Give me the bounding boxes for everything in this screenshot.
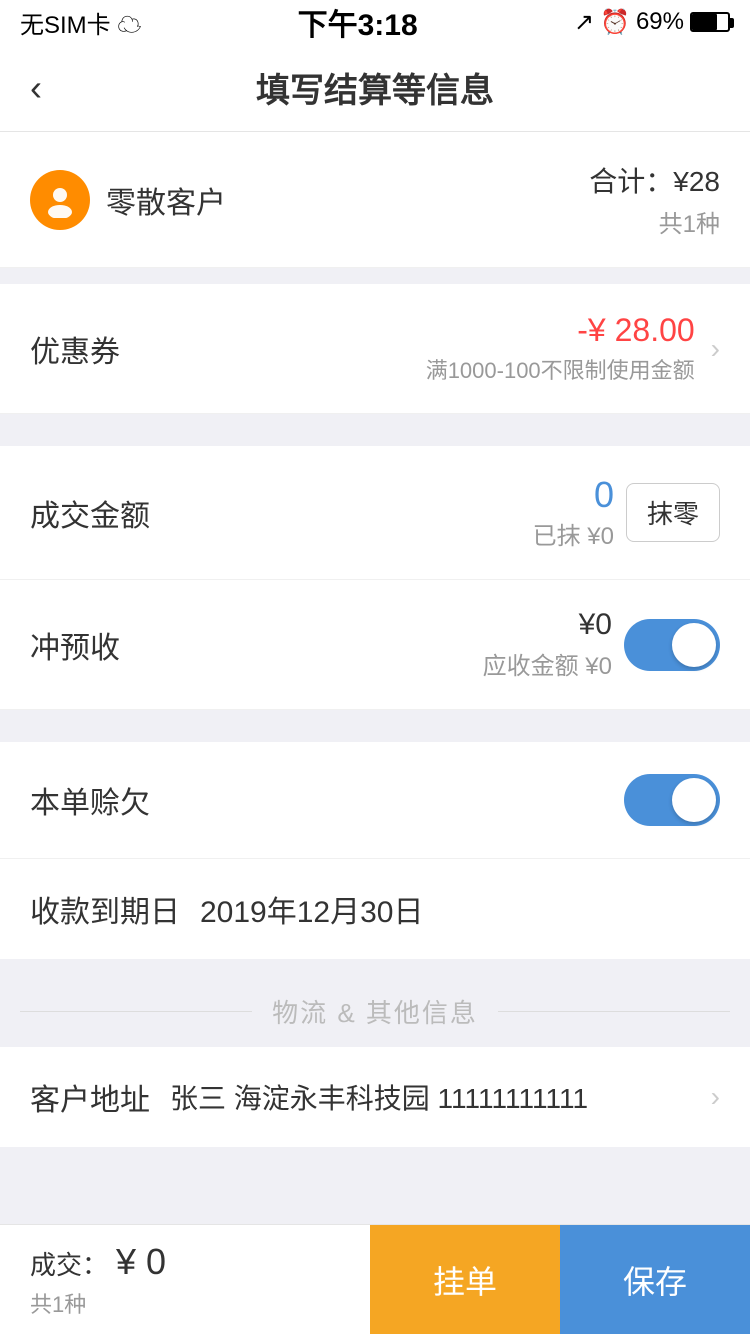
pre-receive-toggle[interactable] <box>624 619 720 671</box>
transaction-label: 成交金额 <box>30 491 150 535</box>
pre-receive-amount: ¥0 <box>483 608 612 642</box>
nav-bar: ‹ 填写结算等信息 <box>0 44 750 132</box>
page-title: 填写结算等信息 <box>256 63 494 112</box>
transaction-value-block: 0 已抹 ¥0 <box>533 474 614 551</box>
battery-percent: 69% <box>636 8 684 36</box>
bottom-bar: 成交： ¥ 0 共1种 挂单 保存 <box>0 1224 750 1334</box>
toggle-knob <box>672 623 716 667</box>
debt-toggle-knob <box>672 778 716 822</box>
address-label: 客户地址 <box>30 1075 150 1119</box>
status-right: ↗ ⏰ 69% <box>574 8 730 37</box>
transaction-right: 0 已抹 ¥0 抹零 <box>533 474 720 551</box>
coupon-section: 优惠券 -¥ 28.00 满1000-100不限制使用金额 › <box>0 284 750 414</box>
separator-1 <box>0 430 750 446</box>
person-icon <box>42 182 78 218</box>
transaction-row: 成交金额 0 已抹 ¥0 抹零 <box>0 446 750 580</box>
alarm-icon: ⏰ <box>600 8 630 37</box>
debt-toggle[interactable] <box>624 774 720 826</box>
pre-receive-value: ¥0 应收金额 ¥0 <box>483 608 612 681</box>
status-left: 无SIM卡 ☁ <box>20 5 141 40</box>
status-bar: 无SIM卡 ☁ 下午3:18 ↗ ⏰ 69% <box>0 0 750 44</box>
transaction-section: 成交金额 0 已抹 ¥0 抹零 冲预收 ¥0 应收金额 ¥0 <box>0 446 750 710</box>
address-value: 张三 海淀永丰科技园 11111111111 <box>170 1077 707 1117</box>
save-button[interactable]: 保存 <box>560 1225 750 1334</box>
bottom-transaction-row: 成交： ¥ 0 <box>30 1241 340 1283</box>
pre-receive-row: 冲预收 ¥0 应收金额 ¥0 <box>0 580 750 710</box>
bottom-count: 共1种 <box>30 1287 340 1319</box>
address-section: 客户地址 张三 海淀永丰科技园 11111111111 › <box>0 1047 750 1147</box>
total-count: 共1种 <box>589 204 720 239</box>
battery-icon <box>690 12 730 32</box>
logistics-divider: 物流 & 其他信息 <box>0 975 750 1047</box>
round-button[interactable]: 抹零 <box>626 483 720 542</box>
logistics-text: 物流 & 其他信息 <box>272 993 478 1030</box>
hold-button[interactable]: 挂单 <box>370 1225 560 1334</box>
bottom-transaction-amount: ¥ 0 <box>116 1241 166 1283</box>
logistics-line-left <box>20 1011 252 1012</box>
coupon-row[interactable]: 优惠券 -¥ 28.00 满1000-100不限制使用金额 › <box>0 284 750 414</box>
logistics-line-right <box>498 1011 730 1012</box>
coupon-label: 优惠券 <box>30 327 120 371</box>
coupon-desc: 满1000-100不限制使用金额 <box>426 353 695 385</box>
status-time: 下午3:18 <box>298 0 418 44</box>
customer-name: 零散客户 <box>106 178 226 222</box>
debt-row: 本单赊欠 <box>0 742 750 858</box>
transaction-amount[interactable]: 0 <box>533 474 614 516</box>
main-content: 零散客户 合计：¥28 共1种 优惠券 -¥ 28.00 满1000-100不限… <box>0 132 750 1283</box>
separator-2 <box>0 726 750 742</box>
back-button[interactable]: ‹ <box>30 67 42 109</box>
customer-total: 合计：¥28 共1种 <box>589 160 720 239</box>
due-date-row: 收款到期日 2019年12月30日 <box>0 858 750 959</box>
location-icon: ↗ <box>574 8 594 37</box>
address-row[interactable]: 客户地址 张三 海淀永丰科技园 11111111111 › <box>0 1047 750 1147</box>
customer-section: 零散客户 合计：¥28 共1种 <box>0 132 750 268</box>
customer-info: 零散客户 <box>30 170 226 230</box>
debt-section: 本单赊欠 收款到期日 2019年12月30日 <box>0 742 750 959</box>
sim-status: 无SIM卡 ☁ <box>20 5 141 40</box>
customer-row: 零散客户 合计：¥28 共1种 <box>0 132 750 268</box>
pre-receive-sub: 应收金额 ¥0 <box>483 646 612 681</box>
due-date-label: 收款到期日 <box>30 887 180 931</box>
coupon-right: -¥ 28.00 满1000-100不限制使用金额 › <box>426 312 720 385</box>
transaction-sub: 已抹 ¥0 <box>533 516 614 551</box>
total-amount: 合计：¥28 <box>589 160 720 200</box>
coupon-discount: -¥ 28.00 <box>426 312 695 349</box>
pre-receive-right: ¥0 应收金额 ¥0 <box>483 608 720 681</box>
bottom-summary: 成交： ¥ 0 共1种 <box>0 1241 370 1319</box>
coupon-value-block: -¥ 28.00 满1000-100不限制使用金额 <box>426 312 695 385</box>
chevron-right-icon: › <box>711 333 720 365</box>
avatar <box>30 170 90 230</box>
bottom-transaction-label: 成交： <box>30 1245 108 1282</box>
pre-receive-label: 冲预收 <box>30 623 120 667</box>
due-date-value[interactable]: 2019年12月30日 <box>200 887 423 931</box>
address-chevron-icon: › <box>711 1081 720 1113</box>
debt-label: 本单赊欠 <box>30 778 150 822</box>
